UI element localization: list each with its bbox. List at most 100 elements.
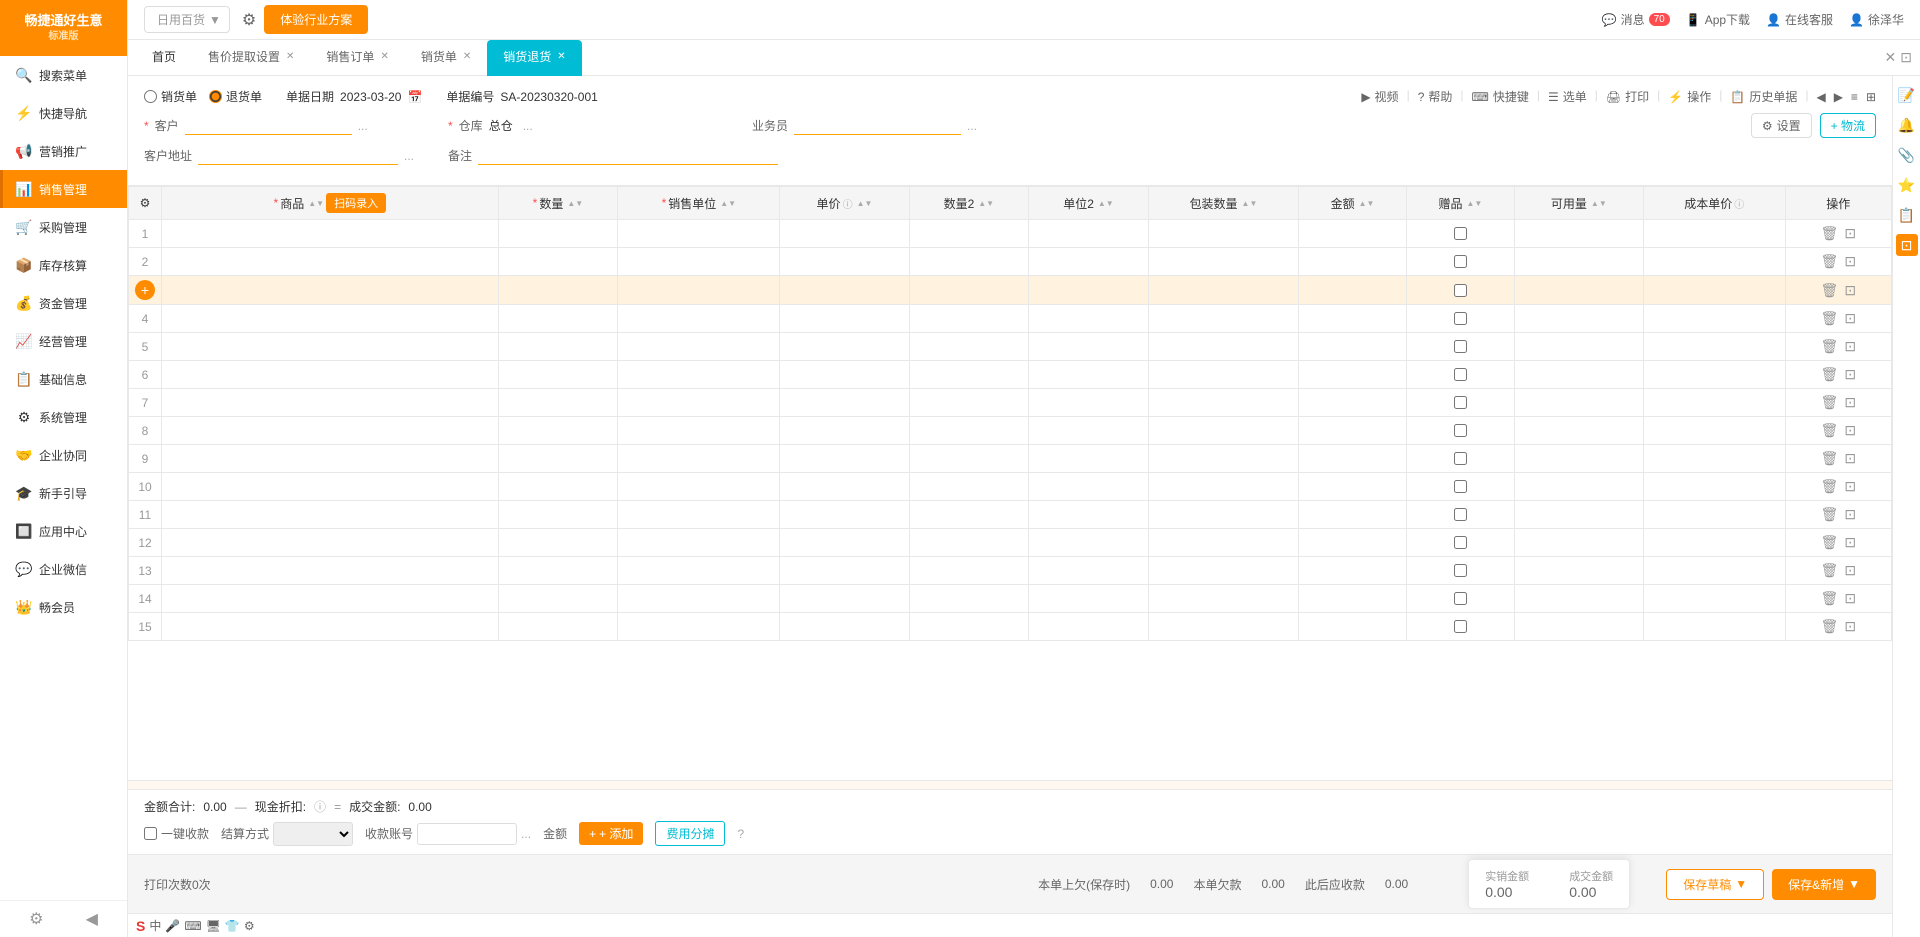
cell-qty-5[interactable] xyxy=(498,333,618,361)
customer-select-btn[interactable]: ... xyxy=(358,119,368,133)
tab-sales-bill[interactable]: 销货单 ✕ xyxy=(405,40,487,76)
cell-amount-13[interactable] xyxy=(1299,557,1407,585)
gift-checkbox-13[interactable] xyxy=(1454,564,1467,577)
cell-cost-1[interactable] xyxy=(1643,220,1785,248)
cell-cost-13[interactable] xyxy=(1643,557,1785,585)
cell-product-7[interactable] xyxy=(162,389,499,417)
cell-amount-8[interactable] xyxy=(1299,417,1407,445)
cell-unit2-5[interactable] xyxy=(1029,333,1149,361)
cell-product-4[interactable] xyxy=(162,305,499,333)
cell-unit2-6[interactable] xyxy=(1029,361,1149,389)
cell-price-9[interactable] xyxy=(780,445,909,473)
cell-qty2-4[interactable] xyxy=(909,305,1029,333)
cell-unit-13[interactable] xyxy=(618,557,780,585)
address-select-btn[interactable]: ... xyxy=(404,149,414,163)
cell-unit-6[interactable] xyxy=(618,361,780,389)
experience-btn[interactable]: 体验行业方案 xyxy=(264,5,368,34)
cell-unit2-8[interactable] xyxy=(1029,417,1149,445)
print-btn[interactable]: 🖨 打印 xyxy=(1606,88,1649,105)
cell-product-5[interactable] xyxy=(162,333,499,361)
cell-cost-6[interactable] xyxy=(1643,361,1785,389)
cell-pack-11[interactable] xyxy=(1148,501,1298,529)
cell-price-2[interactable] xyxy=(780,248,909,276)
cell-amount-3[interactable] xyxy=(1299,276,1407,305)
unit-sort[interactable]: ▲▼ xyxy=(720,199,736,208)
cell-unit2-13[interactable] xyxy=(1029,557,1149,585)
gift-checkbox-2[interactable] xyxy=(1454,255,1467,268)
gift-checkbox-3[interactable] xyxy=(1454,284,1467,297)
cell-unit-7[interactable] xyxy=(618,389,780,417)
copy-row-14[interactable]: ⊡ xyxy=(1844,590,1856,607)
next-btn[interactable]: ▶ xyxy=(1834,88,1843,105)
sidebar-item-4[interactable]: 🛒采购管理 xyxy=(0,208,127,246)
delete-row-13[interactable]: 🗑 xyxy=(1821,562,1839,579)
cell-pack-13[interactable] xyxy=(1148,557,1298,585)
cell-cost-12[interactable] xyxy=(1643,529,1785,557)
cell-qty-4[interactable] xyxy=(498,305,618,333)
cell-amount-6[interactable] xyxy=(1299,361,1407,389)
right-panel-star[interactable]: ⭐ xyxy=(1896,174,1918,196)
delete-row-4[interactable]: 🗑 xyxy=(1821,310,1839,327)
cell-cost-4[interactable] xyxy=(1643,305,1785,333)
online-service-btn[interactable]: 👤 在线客服 xyxy=(1766,11,1833,28)
cell-qty-11[interactable] xyxy=(498,501,618,529)
cell-unit-3[interactable] xyxy=(618,276,780,305)
cell-qty2-7[interactable] xyxy=(909,389,1029,417)
scan-btn[interactable]: 扫码录入 xyxy=(326,193,386,213)
add-row-btn[interactable]: + xyxy=(135,280,155,300)
gift-checkbox-12[interactable] xyxy=(1454,536,1467,549)
one-click-checkbox[interactable] xyxy=(144,827,157,840)
cell-unit2-2[interactable] xyxy=(1029,248,1149,276)
cell-cost-8[interactable] xyxy=(1643,417,1785,445)
cell-available-13[interactable] xyxy=(1514,557,1643,585)
delete-row-10[interactable]: 🗑 xyxy=(1821,478,1839,495)
ime-icon-shirt[interactable]: 👕 xyxy=(225,919,240,933)
cell-qty-14[interactable] xyxy=(498,585,618,613)
ime-icon-other[interactable]: ⚙ xyxy=(244,919,255,933)
cell-pack-7[interactable] xyxy=(1148,389,1298,417)
logistics-btn[interactable]: + 物流 xyxy=(1820,113,1876,138)
cell-amount-5[interactable] xyxy=(1299,333,1407,361)
collapse-icon[interactable]: ◀ xyxy=(86,909,98,929)
qty-sort[interactable]: ▲▼ xyxy=(567,199,583,208)
cell-available-8[interactable] xyxy=(1514,417,1643,445)
save-new-chevron[interactable]: ▼ xyxy=(1848,877,1860,891)
cell-product-14[interactable] xyxy=(162,585,499,613)
tab-close-sales-bill[interactable]: ✕ xyxy=(463,51,471,62)
fee-help-icon[interactable]: ? xyxy=(737,827,744,841)
cell-gift-3[interactable] xyxy=(1406,276,1514,305)
sidebar-item-0[interactable]: 🔍搜索菜单 xyxy=(0,56,127,94)
gift-checkbox-5[interactable] xyxy=(1454,340,1467,353)
messages-btn[interactable]: 💬 消息 70 xyxy=(1602,11,1670,28)
cell-gift-1[interactable] xyxy=(1406,220,1514,248)
cell-pack-9[interactable] xyxy=(1148,445,1298,473)
cell-unit-1[interactable] xyxy=(618,220,780,248)
copy-row-12[interactable]: ⊡ xyxy=(1844,534,1856,551)
list-view-btn[interactable]: ≡ xyxy=(1851,88,1858,105)
address-input[interactable] xyxy=(198,146,398,165)
sidebar-item-1[interactable]: ⚡快捷导航 xyxy=(0,94,127,132)
cell-product-11[interactable] xyxy=(162,501,499,529)
save-draft-btn[interactable]: 保存草稿 ▼ xyxy=(1666,869,1764,900)
cell-unit-8[interactable] xyxy=(618,417,780,445)
cell-gift-6[interactable] xyxy=(1406,361,1514,389)
gift-checkbox-4[interactable] xyxy=(1454,312,1467,325)
copy-row-11[interactable]: ⊡ xyxy=(1844,506,1856,523)
product-input-3[interactable] xyxy=(168,283,492,298)
cell-price-6[interactable] xyxy=(780,361,909,389)
copy-row-5[interactable]: ⊡ xyxy=(1844,338,1856,355)
cell-gift-9[interactable] xyxy=(1406,445,1514,473)
cell-amount-7[interactable] xyxy=(1299,389,1407,417)
cell-qty2-15[interactable] xyxy=(909,613,1029,641)
gift-sort[interactable]: ▲▼ xyxy=(1466,199,1482,208)
cell-pack-12[interactable] xyxy=(1148,529,1298,557)
ime-icon-keyboard[interactable]: ⌨ xyxy=(184,919,201,933)
topbar-gear-icon[interactable]: ⚙ xyxy=(242,10,256,30)
copy-row-13[interactable]: ⊡ xyxy=(1844,562,1856,579)
cell-gift-11[interactable] xyxy=(1406,501,1514,529)
cell-amount-11[interactable] xyxy=(1299,501,1407,529)
cell-product-1[interactable] xyxy=(162,220,499,248)
delete-row-3[interactable]: 🗑 xyxy=(1821,282,1839,299)
cell-cost-5[interactable] xyxy=(1643,333,1785,361)
user-profile-btn[interactable]: 👤 徐泽华 xyxy=(1849,11,1904,28)
